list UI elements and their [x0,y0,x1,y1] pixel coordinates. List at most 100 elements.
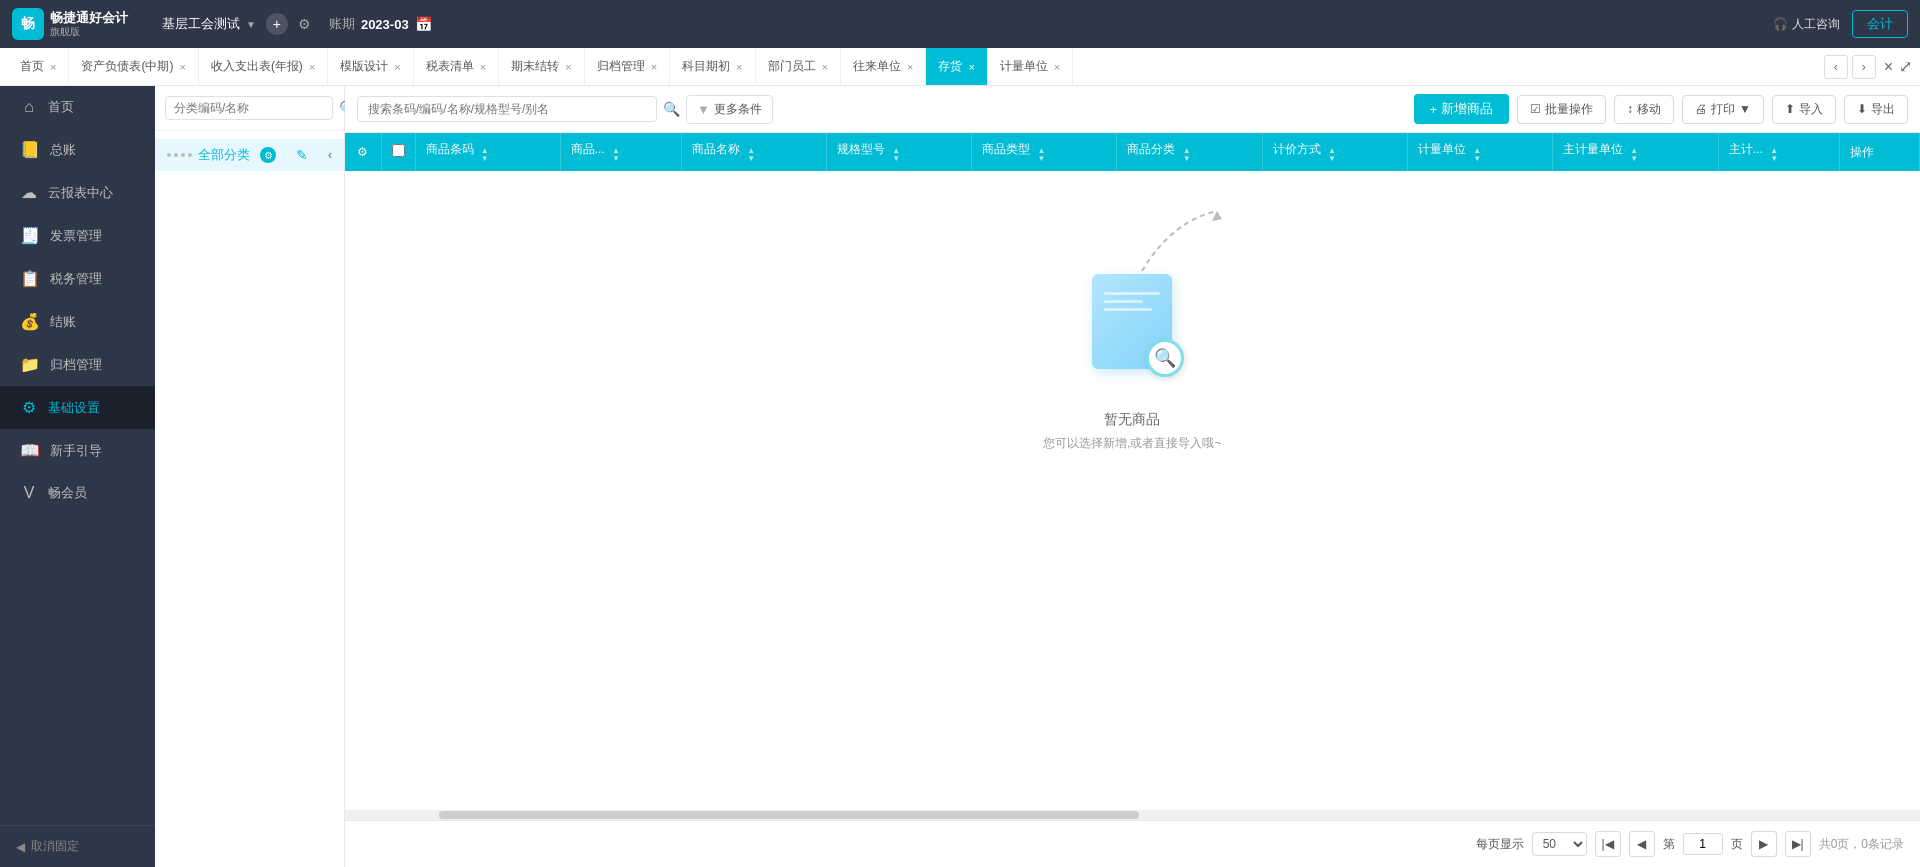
sidebar-item-settings[interactable]: ⚙ 基础设置 [0,386,155,429]
batch-icon: ☑ [1530,102,1541,116]
import-icon: ⬆ [1785,102,1795,116]
sidebar-invoice-label: 发票管理 [50,227,102,245]
tab-contacts[interactable]: 往来单位 × [841,48,926,86]
tab-inventory-close[interactable]: × [968,61,974,73]
sidebar-item-guide[interactable]: 📖 新手引导 [0,429,155,472]
tab-balance-sheet-close[interactable]: × [179,61,185,73]
tab-inventory[interactable]: 存货 × [926,48,987,86]
tab-period-end[interactable]: 期末结转 × [499,48,584,86]
product-search-icon[interactable]: 🔍 [663,101,680,117]
sort-category[interactable]: ▲▼ [1183,147,1191,163]
tab-expand-button[interactable]: ⤢ [1899,57,1912,76]
tab-next-button[interactable]: › [1852,55,1876,79]
batch-operation-button[interactable]: ☑ 批量操作 [1517,95,1606,124]
sidebar-item-member[interactable]: V 畅会员 [0,472,155,514]
last-page-button[interactable]: ▶| [1785,831,1811,857]
tab-department[interactable]: 部门员工 × [756,48,841,86]
product-table: ⚙ 商品条码 ▲▼ 商品... ▲▼ 商品名称 ▲▼ [345,133,1920,532]
tab-template-design[interactable]: 模版设计 × [328,48,413,86]
tab-template-label: 模版设计 [340,58,388,75]
tab-tax-close[interactable]: × [480,61,486,73]
sidebar-item-ledger[interactable]: 📒 总账 [0,128,155,171]
tab-balance-sheet[interactable]: 资产负债表(中期) × [69,48,198,86]
sort-code[interactable]: ▲▼ [612,147,620,163]
sort-main-unit[interactable]: ▲▼ [1630,147,1638,163]
category-edit-icon[interactable]: ✎ [296,147,308,163]
total-records: 共0页，0条记录 [1819,836,1904,853]
tab-period-close[interactable]: × [565,61,571,73]
calendar-icon[interactable]: 📅 [415,16,432,32]
export-button[interactable]: ⬇ 导出 [1844,95,1908,124]
sidebar-unpin-button[interactable]: ◀ 取消固定 [0,825,155,867]
company-name[interactable]: 基层工会测试 [162,15,240,33]
invoice-icon: 🧾 [20,226,40,245]
doc-icon: 🔍 [1092,274,1172,369]
sidebar-item-home[interactable]: ⌂ 首页 [0,86,155,128]
tab-subject-init-label: 科目期初 [682,58,730,75]
select-all-checkbox[interactable] [392,144,405,157]
th-checkbox[interactable] [381,133,415,171]
sidebar-item-archive[interactable]: 📁 归档管理 [0,343,155,386]
tab-subject-init[interactable]: 科目期初 × [670,48,755,86]
category-collapse-icon[interactable]: ‹ [328,148,332,162]
export-icon: ⬇ [1857,102,1867,116]
guide-icon: 📖 [20,441,40,460]
doc-line-2 [1104,300,1143,303]
search-bar: 🔍 ▼ 更多条件 [357,95,1406,124]
sidebar-item-closing[interactable]: 💰 结账 [0,300,155,343]
add-company-button[interactable]: + [266,13,288,35]
prev-page-button[interactable]: ◀ [1629,831,1655,857]
sidebar-item-invoice[interactable]: 🧾 发票管理 [0,214,155,257]
sort-spec[interactable]: ▲▼ [892,147,900,163]
per-page-select[interactable]: 50 10 20 100 [1532,832,1587,856]
sort-type[interactable]: ▲▼ [1038,147,1046,163]
more-filter-button[interactable]: ▼ 更多条件 [686,95,773,124]
tab-tax-list[interactable]: 税表清单 × [414,48,499,86]
th-barcode: 商品条码 ▲▼ [415,133,560,171]
tab-prev-button[interactable]: ‹ [1824,55,1848,79]
add-product-button[interactable]: + 新增商品 [1414,94,1510,124]
scroll-thumb[interactable] [439,811,1139,819]
tab-unit[interactable]: 计量单位 × [988,48,1073,86]
next-page-button[interactable]: ▶ [1751,831,1777,857]
sort-main-count[interactable]: ▲▼ [1770,147,1778,163]
account-button[interactable]: 会计 [1852,10,1908,38]
tab-income-close[interactable]: × [309,61,315,73]
tab-income-statement[interactable]: 收入支出表(年报) × [199,48,328,86]
tab-income-statement-label: 收入支出表(年报) [211,58,303,75]
tab-subject-close[interactable]: × [736,61,742,73]
horizontal-scrollbar[interactable] [345,810,1920,820]
tab-unit-close[interactable]: × [1054,61,1060,73]
tab-contacts-close[interactable]: × [907,61,913,73]
tab-home[interactable]: 首页 × [8,48,69,86]
tab-bar: 首页 × 资产负债表(中期) × 收入支出表(年报) × 模版设计 × 税表清单… [0,48,1920,86]
move-button[interactable]: ↕ 移动 [1614,95,1674,124]
sort-name[interactable]: ▲▼ [747,147,755,163]
first-page-button[interactable]: |◀ [1595,831,1621,857]
category-settings-icon[interactable]: ⚙ [260,147,276,163]
page-number-input[interactable] [1683,833,1723,855]
tab-unit-label: 计量单位 [1000,58,1048,75]
print-icon: 🖨 [1695,102,1707,116]
tab-archive[interactable]: 归档管理 × [585,48,670,86]
print-button[interactable]: 🖨 打印 ▼ [1682,95,1764,124]
sidebar-item-tax[interactable]: 📋 税务管理 [0,257,155,300]
tab-close-all-button[interactable]: × [1884,58,1893,76]
category-all-item[interactable]: 全部分类 ⚙ ✎ ‹ [155,139,344,171]
import-button[interactable]: ⬆ 导入 [1772,95,1836,124]
sidebar-item-cloud-reports[interactable]: ☁ 云报表中心 [0,171,155,214]
th-settings[interactable]: ⚙ [345,133,381,171]
tab-archive-close[interactable]: × [651,61,657,73]
period-value[interactable]: 2023-03 [361,17,409,32]
settings-icon[interactable]: ⚙ [298,16,311,32]
tab-template-close[interactable]: × [394,61,400,73]
company-dropdown-icon[interactable]: ▼ [246,19,256,30]
sort-unit[interactable]: ▲▼ [1473,147,1481,163]
category-search-input[interactable] [165,96,333,120]
customer-service-button[interactable]: 🎧 人工咨询 [1773,16,1840,33]
sort-barcode[interactable]: ▲▼ [481,147,489,163]
sort-pricing[interactable]: ▲▼ [1328,147,1336,163]
tab-home-close[interactable]: × [50,61,56,73]
tab-dept-close[interactable]: × [822,61,828,73]
product-search-input[interactable] [357,96,657,122]
